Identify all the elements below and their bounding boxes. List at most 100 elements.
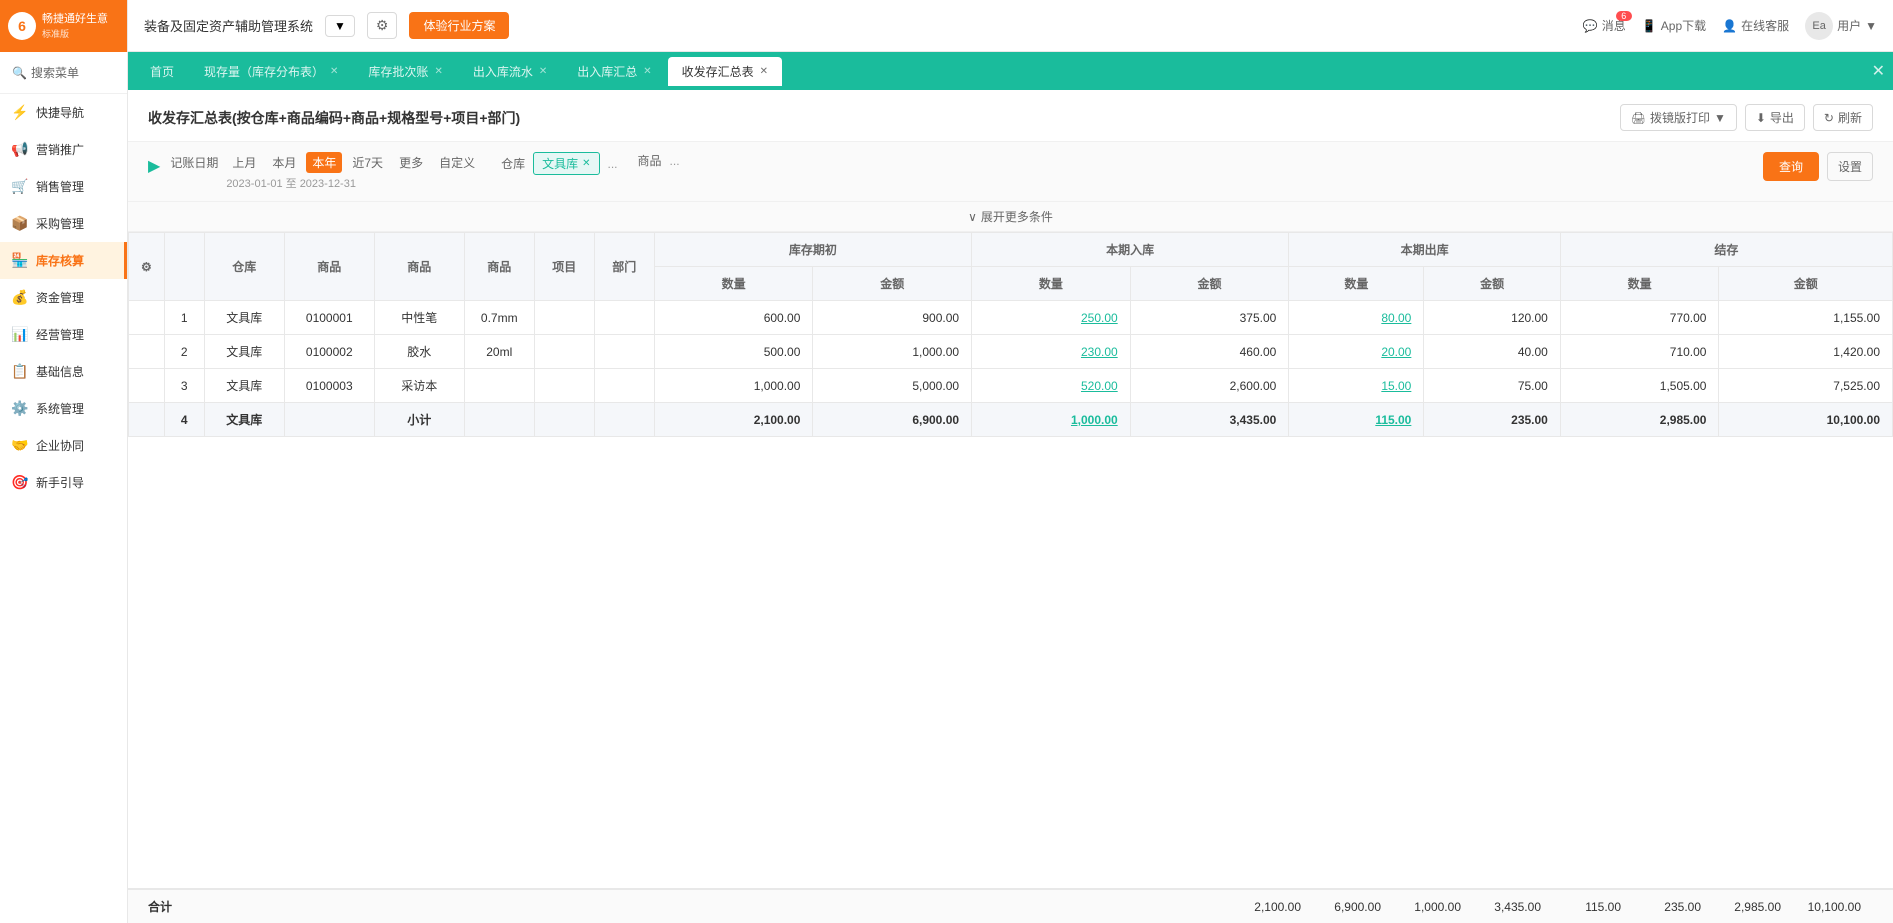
table-cell[interactable]: 250.00 <box>972 301 1131 335</box>
query-button[interactable]: 查询 <box>1763 152 1819 181</box>
online-service-button[interactable]: 👤 在线客服 <box>1722 17 1789 34</box>
th-balance-group: 结存 <box>1560 233 1892 267</box>
sidebar-item-purchase[interactable]: 📦采购管理 <box>0 205 127 242</box>
table-cell[interactable]: 80.00 <box>1289 301 1424 335</box>
tab-close-flow[interactable]: ✕ <box>539 66 547 77</box>
table-cell: 75.00 <box>1424 369 1560 403</box>
sidebar-icon-purchase: 📦 <box>12 216 28 232</box>
sidebar-item-quick-nav[interactable]: ⚡快捷导航 <box>0 94 127 131</box>
warehouse-filter-group: 仓库 文具库 ✕ ... <box>501 152 617 175</box>
footer-out-amt: 235.00 <box>1633 900 1713 914</box>
table-cell[interactable]: 520.00 <box>972 369 1131 403</box>
date-btn-more[interactable]: 更多 <box>393 152 429 173</box>
sidebar-icon-operations: 📊 <box>12 327 28 343</box>
table-cell <box>594 301 654 335</box>
sidebar-item-system[interactable]: ⚙️系统管理 <box>0 390 127 427</box>
table-cell <box>464 403 534 437</box>
tab-close-summary[interactable]: ✕ <box>643 66 651 77</box>
sidebar-item-inventory[interactable]: 🏪库存核算 <box>0 242 127 279</box>
warehouse-more[interactable]: ... <box>608 157 618 171</box>
th-out-amt: 金额 <box>1424 267 1560 301</box>
date-btn-this-month[interactable]: 本月 <box>266 152 302 173</box>
page-actions: 🖨 拨镜版打印 ▼ ⬇ 导出 ↻ 刷新 <box>1620 104 1873 131</box>
table-cell[interactable]: 15.00 <box>1289 369 1424 403</box>
tab-bar-close-button[interactable]: ✕ <box>1872 61 1885 81</box>
filter-settings-button[interactable]: 设置 <box>1827 152 1873 181</box>
app-dropdown-button[interactable]: ▼ <box>325 15 355 37</box>
chevron-down-icon: ▼ <box>334 19 346 33</box>
user-menu[interactable]: Ea 用户 ▼ <box>1805 12 1877 40</box>
message-icon: 💬 <box>1583 19 1598 33</box>
table-cell: 6,900.00 <box>813 403 972 437</box>
sidebar-item-marketing[interactable]: 📢营销推广 <box>0 131 127 168</box>
sidebar-icon-sales: 🛒 <box>12 179 28 195</box>
expand-conditions-button[interactable]: ∨ 展开更多条件 <box>968 208 1053 225</box>
app-title: 装备及固定资产辅助管理系统 <box>144 16 313 35</box>
th-settings[interactable]: ⚙ <box>129 233 165 301</box>
table-cell: 1,420.00 <box>1719 335 1893 369</box>
sidebar-item-guide[interactable]: 🎯新手引导 <box>0 464 127 501</box>
table-cell <box>534 369 594 403</box>
sidebar-label-operations: 经营管理 <box>36 326 84 343</box>
sidebar-item-basic[interactable]: 📋基础信息 <box>0 353 127 390</box>
export-button[interactable]: ⬇ 导出 <box>1745 104 1805 131</box>
search-button[interactable]: 🔍 搜索菜单 <box>8 60 119 85</box>
filter-toggle-arrow[interactable]: ▶ <box>148 156 160 176</box>
sidebar-icon-basic: 📋 <box>12 364 28 380</box>
settings-button[interactable]: ⚙ <box>367 12 398 39</box>
download-icon: 📱 <box>1642 19 1657 33</box>
footer-in-qty: 1,000.00 <box>1393 900 1473 914</box>
filter-content: 记账日期 上月 本月 本年 近7天 更多 自定义 2023-01-01 至 20… <box>170 152 1873 191</box>
th-opening-qty: 数量 <box>654 267 813 301</box>
tab-close-inventory-dist[interactable]: ✕ <box>330 66 338 77</box>
date-btn-custom[interactable]: 自定义 <box>433 152 481 173</box>
table-cell[interactable]: 1,000.00 <box>972 403 1131 437</box>
tab-summary[interactable]: 出入库汇总 ✕ <box>563 57 665 86</box>
refresh-button[interactable]: ↻ 刷新 <box>1813 104 1873 131</box>
message-button[interactable]: 💬 消息 6 <box>1583 17 1626 34</box>
warehouse-tag[interactable]: 文具库 ✕ <box>533 152 599 175</box>
th-warehouse: 仓库 <box>204 233 284 301</box>
tab-recv-send[interactable]: 收发存汇总表 ✕ <box>668 57 782 86</box>
tab-close-batch[interactable]: ✕ <box>434 66 442 77</box>
sidebar-icon-enterprise: 🤝 <box>12 438 28 454</box>
tab-home[interactable]: 首页 <box>136 57 188 86</box>
sidebar-item-sales[interactable]: 🛒销售管理 <box>0 168 127 205</box>
table-cell: 235.00 <box>1424 403 1560 437</box>
table-cell: 小计 <box>374 403 464 437</box>
date-buttons: 上月 本月 本年 近7天 更多 自定义 <box>226 152 481 173</box>
sidebar-item-enterprise[interactable]: 🤝 企业协同 <box>0 427 127 464</box>
date-btn-last-month[interactable]: 上月 <box>226 152 262 173</box>
table-cell[interactable]: 230.00 <box>972 335 1131 369</box>
product-more[interactable]: ... <box>670 154 680 168</box>
tab-flow[interactable]: 出入库流水 ✕ <box>459 57 561 86</box>
table-cell[interactable]: 20.00 <box>1289 335 1424 369</box>
sidebar-item-finance[interactable]: 💰资金管理 <box>0 279 127 316</box>
sidebar-label-enterprise: 企业协同 <box>36 437 84 454</box>
table-cell: 0.7mm <box>464 301 534 335</box>
date-btn-this-year[interactable]: 本年 <box>306 152 342 173</box>
date-btn-7days[interactable]: 近7天 <box>346 152 389 173</box>
table-cell <box>594 403 654 437</box>
table-cell <box>594 369 654 403</box>
app-download-button[interactable]: 📱 App下载 <box>1642 17 1706 34</box>
tab-inventory-dist[interactable]: 现存量（库存分布表） ✕ <box>190 57 352 86</box>
sidebar-icon-finance: 💰 <box>12 290 28 306</box>
print-button[interactable]: 🖨 拨镜版打印 ▼ <box>1620 104 1737 131</box>
sidebar-search[interactable]: 🔍 搜索菜单 <box>0 52 127 94</box>
tab-batch[interactable]: 库存批次账 ✕ <box>354 57 456 86</box>
warehouse-tag-close[interactable]: ✕ <box>582 158 590 169</box>
tab-close-recv-send[interactable]: ✕ <box>760 66 768 77</box>
expand-row: ∨ 展开更多条件 <box>128 202 1893 232</box>
sidebar-item-operations[interactable]: 📊 经营管理 <box>0 316 127 353</box>
table-cell[interactable]: 115.00 <box>1289 403 1424 437</box>
table-cell <box>284 403 374 437</box>
table-cell: 460.00 <box>1130 335 1289 369</box>
table-cell <box>534 301 594 335</box>
table-cell <box>594 335 654 369</box>
th-in-qty: 数量 <box>972 267 1131 301</box>
top-header: 装备及固定资产辅助管理系统 ▼ ⚙ 体验行业方案 💬 消息 6 📱 App下载 … <box>128 0 1893 52</box>
table-cell: 0100001 <box>284 301 374 335</box>
print-icon: 🖨 <box>1631 111 1646 125</box>
trial-button[interactable]: 体验行业方案 <box>409 12 509 39</box>
